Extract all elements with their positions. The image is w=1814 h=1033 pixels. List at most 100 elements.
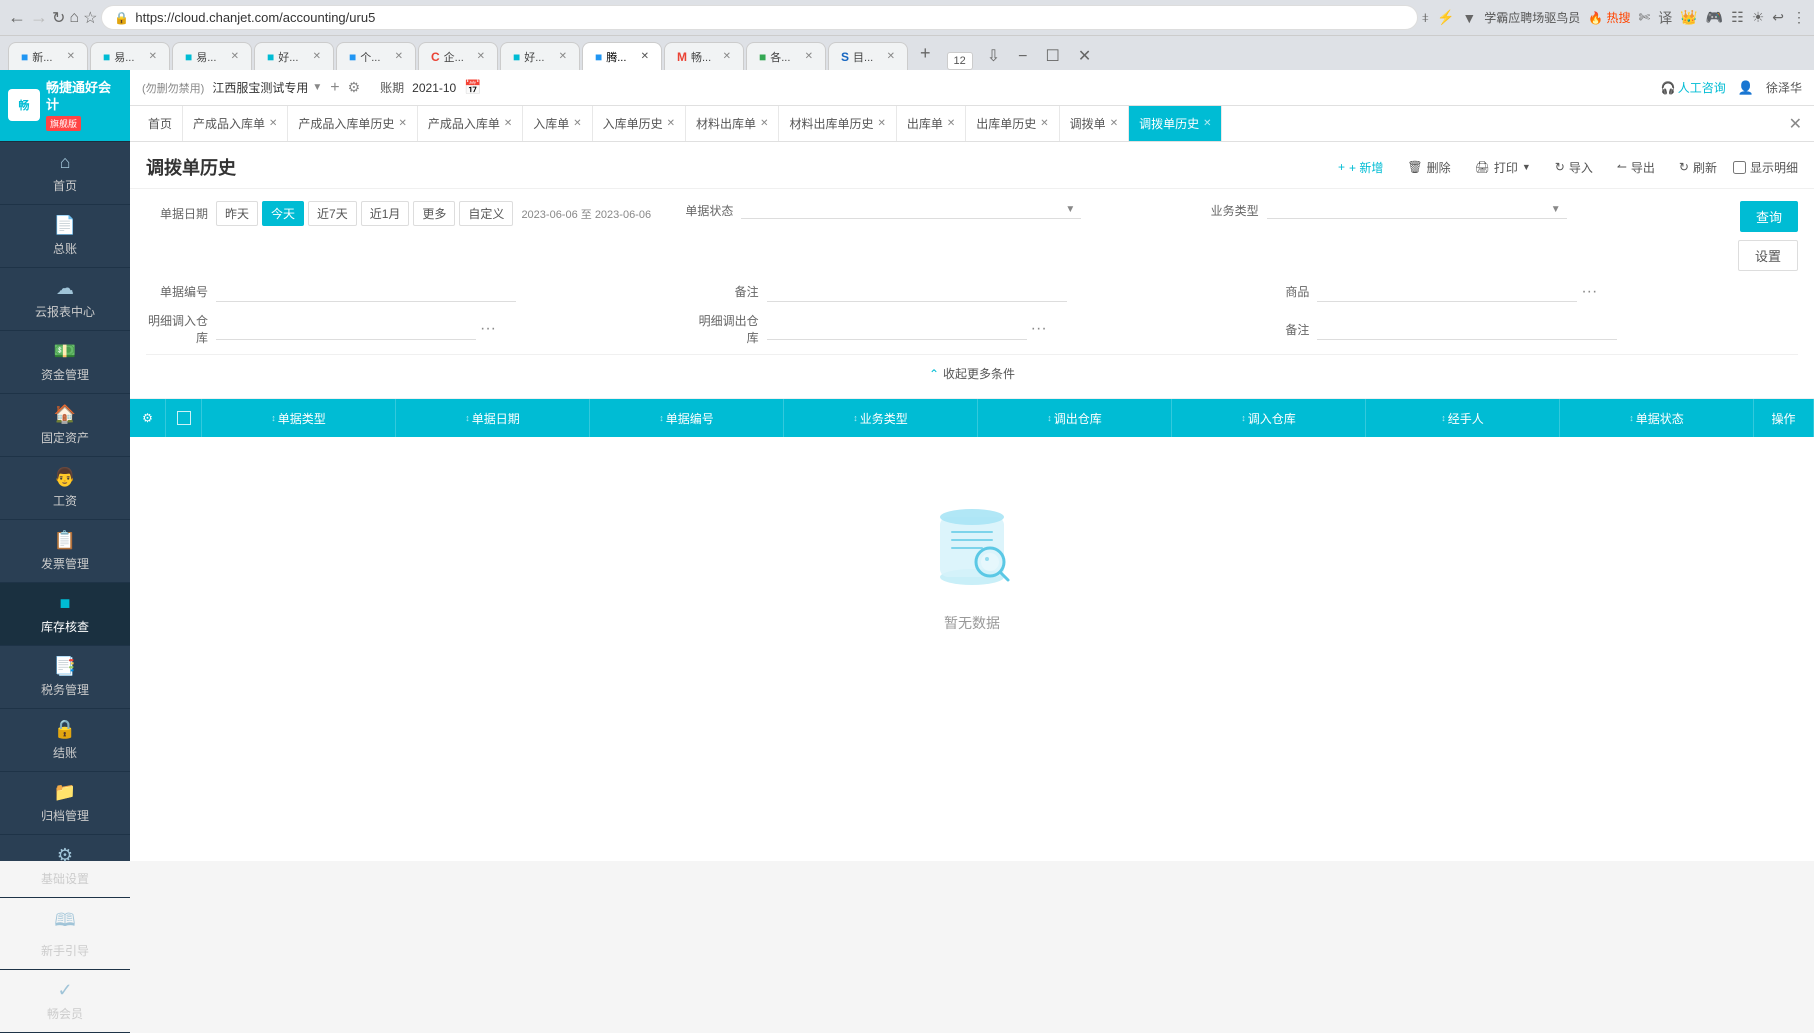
- query-btn[interactable]: 查询: [1740, 201, 1798, 232]
- extensions-icon[interactable]: ⧧: [1422, 9, 1429, 26]
- tab-mat-out[interactable]: 材料出库单 ✕: [686, 106, 779, 141]
- tab-mat-out-history[interactable]: 材料出库单历史 ✕: [779, 106, 896, 141]
- date-today-btn[interactable]: 今天: [262, 201, 304, 226]
- tab-product-in-history-close[interactable]: ✕: [398, 118, 406, 129]
- company-selector[interactable]: 江西服宝测试专用 ▼: [212, 79, 322, 96]
- goods-ellipsis[interactable]: ···: [1581, 283, 1597, 301]
- translate-icon[interactable]: 译: [1658, 8, 1672, 28]
- lightning-icon[interactable]: ⚡: [1437, 9, 1454, 26]
- sidebar-item-settings[interactable]: ⚙ 基础设置: [0, 835, 130, 898]
- th-type[interactable]: ↕ 单据类型: [202, 399, 396, 437]
- tab-product-in[interactable]: 产成品入库单 ✕: [183, 106, 288, 141]
- tab-product-in2-close[interactable]: ✕: [504, 118, 512, 129]
- browser-tab-4[interactable]: ■ 好... ✕: [254, 42, 334, 70]
- sidebar-item-invoice[interactable]: 📋 发票管理: [0, 520, 130, 583]
- date-1month-btn[interactable]: 近1月: [361, 201, 410, 226]
- browser-tab-6[interactable]: C 企... ✕: [418, 42, 498, 70]
- close-all-tabs-btn[interactable]: ✕: [1785, 110, 1806, 138]
- tab-product-in2[interactable]: 产成品入库单 ✕: [418, 106, 523, 141]
- browser-tab-3[interactable]: ■ 易... ✕: [172, 42, 252, 70]
- biz-type-dropdown[interactable]: ▼: [1267, 201, 1567, 219]
- browser-tab-5[interactable]: ■ 个... ✕: [336, 42, 416, 70]
- sidebar-item-home[interactable]: ⌂ 首页: [0, 142, 130, 205]
- sidebar-item-member[interactable]: ✓ 畅会员: [0, 970, 130, 1033]
- sidebar-item-inventory[interactable]: ■ 库存核查: [0, 583, 130, 646]
- browser-tab-10[interactable]: ■ 各... ✕: [746, 42, 826, 70]
- th-out[interactable]: ↕ 调出仓库: [978, 399, 1172, 437]
- browser-tab-11[interactable]: S 目... ✕: [828, 42, 908, 70]
- show-toggle[interactable]: 显示明细: [1733, 159, 1798, 176]
- browser-tab-2[interactable]: ■ 易... ✕: [90, 42, 170, 70]
- th-number[interactable]: ↕ 单据编号: [590, 399, 784, 437]
- downloads-icon[interactable]: ⇩: [979, 42, 1008, 70]
- sidebar-item-tax[interactable]: 📑 税务管理: [0, 646, 130, 709]
- export-btn[interactable]: ↼ 导出: [1609, 155, 1663, 180]
- minimize-btn[interactable]: −: [1010, 44, 1035, 70]
- user-avatar[interactable]: 👤: [1738, 80, 1754, 96]
- detail-in-ellipsis[interactable]: ···: [480, 320, 496, 338]
- sidebar-item-reports[interactable]: ☁ 云报表中心: [0, 268, 130, 331]
- browser-tab-7[interactable]: ■ 好... ✕: [500, 42, 580, 70]
- collapse-btn[interactable]: ⌃ 收起更多条件: [917, 361, 1027, 386]
- goods-input[interactable]: [1317, 281, 1577, 302]
- delete-btn[interactable]: 🗑 删除: [1399, 155, 1458, 180]
- th-date[interactable]: ↕ 单据日期: [396, 399, 590, 437]
- new-tab-btn[interactable]: +: [910, 37, 941, 70]
- tab-in-order[interactable]: 入库单 ✕: [523, 106, 592, 141]
- tab-mat-out-close[interactable]: ✕: [760, 118, 768, 129]
- calendar-icon[interactable]: 📅: [464, 79, 481, 96]
- th-check[interactable]: [166, 399, 202, 437]
- profile-icon[interactable]: 👑: [1680, 9, 1697, 26]
- show-toggle-checkbox[interactable]: [1733, 161, 1746, 174]
- tab-out-order-close[interactable]: ✕: [947, 118, 955, 129]
- filter-settings-btn[interactable]: 设置: [1738, 240, 1798, 271]
- tab-in-order-close[interactable]: ✕: [573, 118, 581, 129]
- tab-out-history[interactable]: 出库单历史 ✕: [966, 106, 1059, 141]
- print-btn[interactable]: 🖨 打印 ▼: [1467, 155, 1539, 180]
- note-input[interactable]: [767, 281, 1067, 302]
- grid-icon[interactable]: ​☷: [1731, 9, 1744, 26]
- favorite-btn[interactable]: ☆: [83, 8, 97, 28]
- tab-home[interactable]: 首页: [138, 106, 183, 141]
- scissors-icon[interactable]: ✄: [1639, 9, 1651, 26]
- status-dropdown[interactable]: ▼: [741, 201, 1081, 219]
- tab-out-history-close[interactable]: ✕: [1040, 118, 1048, 129]
- header-checkbox[interactable]: [177, 411, 191, 425]
- tab-in-history[interactable]: 入库单历史 ✕: [593, 106, 686, 141]
- sidebar-item-archive[interactable]: 📁 归档管理: [0, 772, 130, 835]
- refresh-btn[interactable]: ↻ 刷新: [1671, 155, 1725, 180]
- detail-in-input[interactable]: [216, 319, 476, 340]
- tab-product-in-history[interactable]: 产成品入库单历史 ✕: [288, 106, 417, 141]
- tab-transfer-close[interactable]: ✕: [1110, 118, 1118, 129]
- home-btn[interactable]: ⌂: [69, 9, 79, 27]
- maximize-btn[interactable]: ☐: [1038, 42, 1068, 70]
- new-btn[interactable]: + + 新增: [1330, 155, 1391, 180]
- note2-input[interactable]: [1317, 319, 1617, 340]
- menu-icon[interactable]: ⋮: [1792, 9, 1806, 26]
- support-link[interactable]: 🎧 人工咨询: [1661, 79, 1726, 96]
- tab-mat-out-history-close[interactable]: ✕: [877, 118, 885, 129]
- date-more-btn[interactable]: 更多: [413, 201, 455, 226]
- sidebar-item-payroll[interactable]: 👨 工资: [0, 457, 130, 520]
- th-handler[interactable]: ↕ 经手人: [1366, 399, 1560, 437]
- brightness-icon[interactable]: ☀: [1752, 9, 1765, 26]
- detail-out-input[interactable]: [767, 319, 1027, 340]
- tab-product-in-close[interactable]: ✕: [269, 118, 277, 129]
- import-btn[interactable]: ↻ 导入: [1547, 155, 1601, 180]
- th-biz[interactable]: ↕ 业务类型: [784, 399, 978, 437]
- browser-tab-8[interactable]: ■ 腾... ✕: [582, 42, 662, 70]
- close-btn[interactable]: ✕: [1070, 42, 1099, 70]
- browser-tab-9[interactable]: M 畅... ✕: [664, 42, 744, 70]
- sidebar-item-closing[interactable]: 🔒 结账: [0, 709, 130, 772]
- tab-transfer-history-close[interactable]: ✕: [1203, 118, 1211, 129]
- th-gear[interactable]: ⚙: [130, 399, 166, 437]
- th-status[interactable]: ↕ 单据状态: [1560, 399, 1754, 437]
- sidebar-item-funds[interactable]: 💵 资金管理: [0, 331, 130, 394]
- undo-icon[interactable]: ↩: [1772, 9, 1784, 26]
- game-icon[interactable]: 🎮: [1706, 9, 1723, 26]
- forward-btn[interactable]: →: [30, 7, 48, 28]
- date-7days-btn[interactable]: 近7天: [308, 201, 357, 226]
- company-settings-btn[interactable]: ⚙: [348, 79, 361, 96]
- detail-out-ellipsis[interactable]: ···: [1031, 320, 1047, 338]
- number-input[interactable]: [216, 281, 516, 302]
